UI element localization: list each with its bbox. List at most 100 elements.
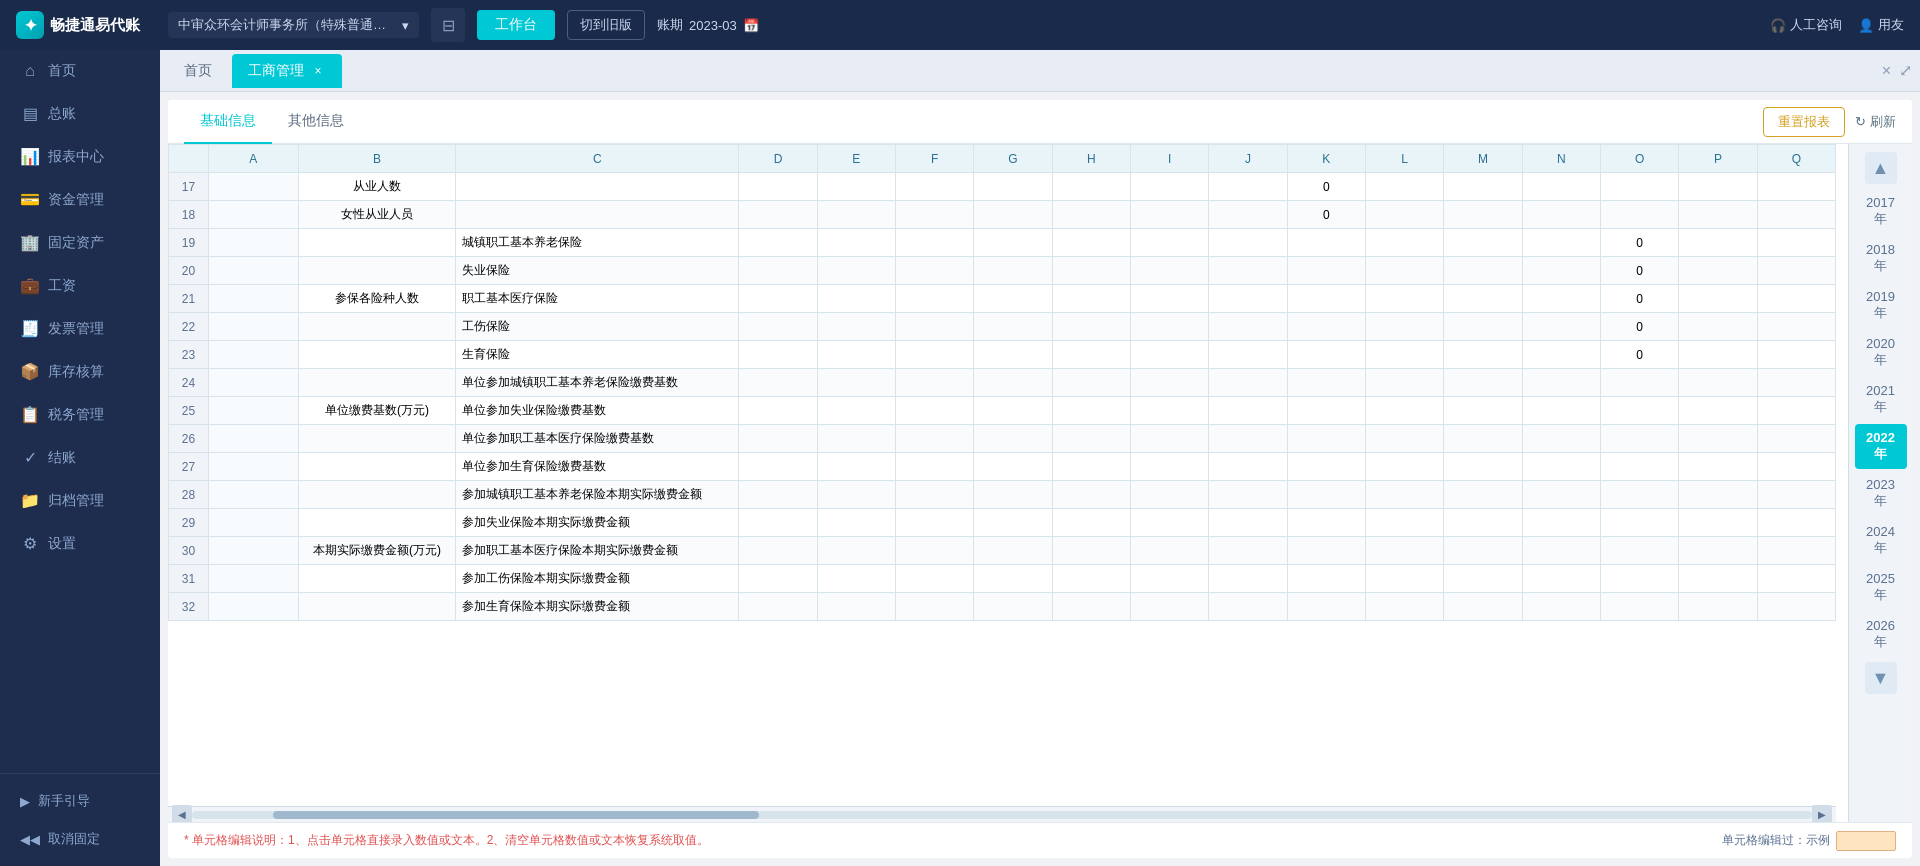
cell-q23[interactable] [1757,341,1835,369]
cell-a31[interactable] [209,565,299,593]
cell-h26[interactable] [1052,425,1130,453]
cell-k24[interactable] [1287,369,1365,397]
cell-d22[interactable] [739,313,817,341]
year-scroll-up[interactable]: ▲ [1865,152,1897,184]
cell-p20[interactable] [1679,257,1757,285]
cell-c27[interactable]: 单位参加生育保险缴费基数 [456,453,739,481]
cell-q17[interactable] [1757,173,1835,201]
cell-n18[interactable] [1522,201,1600,229]
cell-c31[interactable]: 参加工伤保险本期实际缴费金额 [456,565,739,593]
cell-j24[interactable] [1209,369,1287,397]
cell-m24[interactable] [1444,369,1522,397]
cell-n24[interactable] [1522,369,1600,397]
cell-i25[interactable] [1131,397,1209,425]
cell-g27[interactable] [974,453,1052,481]
cell-q24[interactable] [1757,369,1835,397]
cell-o26[interactable] [1600,425,1678,453]
cell-n25[interactable] [1522,397,1600,425]
cell-l27[interactable] [1366,453,1444,481]
cell-h20[interactable] [1052,257,1130,285]
cell-f20[interactable] [896,257,974,285]
unpin-button[interactable]: ◀◀ 取消固定 [0,820,160,858]
cell-f32[interactable] [896,593,974,621]
cell-a25[interactable] [209,397,299,425]
cell-m21[interactable] [1444,285,1522,313]
cell-f28[interactable] [896,481,974,509]
scroll-left-arrow[interactable]: ◀ [172,805,192,823]
cell-a32[interactable] [209,593,299,621]
cell-o21[interactable]: 0 [1600,285,1678,313]
switch-version-button[interactable]: 切到旧版 [567,10,645,40]
cell-g25[interactable] [974,397,1052,425]
cell-k20[interactable] [1287,257,1365,285]
cell-n17[interactable] [1522,173,1600,201]
year-2019[interactable]: 2019年 [1855,283,1907,328]
cell-i21[interactable] [1131,285,1209,313]
cell-q22[interactable] [1757,313,1835,341]
cell-i20[interactable] [1131,257,1209,285]
cell-a26[interactable] [209,425,299,453]
cell-l28[interactable] [1366,481,1444,509]
cell-m29[interactable] [1444,509,1522,537]
cell-j27[interactable] [1209,453,1287,481]
cell-e21[interactable] [817,285,895,313]
cell-g22[interactable] [974,313,1052,341]
cell-e23[interactable] [817,341,895,369]
cell-a30[interactable] [209,537,299,565]
cell-m27[interactable] [1444,453,1522,481]
tab-business[interactable]: 工商管理 × [232,54,342,88]
cell-i29[interactable] [1131,509,1209,537]
cell-n23[interactable] [1522,341,1600,369]
cell-p31[interactable] [1679,565,1757,593]
cell-j17[interactable] [1209,173,1287,201]
cell-f19[interactable] [896,229,974,257]
cell-a27[interactable] [209,453,299,481]
cell-e18[interactable] [817,201,895,229]
cell-i17[interactable] [1131,173,1209,201]
cell-m18[interactable] [1444,201,1522,229]
cell-c32[interactable]: 参加生育保险本期实际缴费金额 [456,593,739,621]
cell-i32[interactable] [1131,593,1209,621]
cell-e31[interactable] [817,565,895,593]
cell-g21[interactable] [974,285,1052,313]
cell-b30[interactable]: 本期实际缴费金额(万元) [298,537,456,565]
newbie-guide[interactable]: ▶ 新手引导 [0,782,160,820]
cell-f25[interactable] [896,397,974,425]
cell-b28[interactable] [298,481,456,509]
year-2023[interactable]: 2023年 [1855,471,1907,516]
tab-basic-info[interactable]: 基础信息 [184,100,272,144]
cell-k28[interactable] [1287,481,1365,509]
cell-a20[interactable] [209,257,299,285]
year-scroll-down[interactable]: ▼ [1865,662,1897,694]
cell-a17[interactable] [209,173,299,201]
cell-l23[interactable] [1366,341,1444,369]
workbench-button[interactable]: 工作台 [477,10,555,40]
cell-b21[interactable]: 参保各险种人数 [298,285,456,313]
cell-j31[interactable] [1209,565,1287,593]
cell-k18[interactable]: 0 [1287,201,1365,229]
cell-c20[interactable]: 失业保险 [456,257,739,285]
window-expand-icon[interactable]: ⤢ [1899,61,1912,80]
cell-e26[interactable] [817,425,895,453]
cell-a23[interactable] [209,341,299,369]
cell-d19[interactable] [739,229,817,257]
cell-l21[interactable] [1366,285,1444,313]
cell-q18[interactable] [1757,201,1835,229]
cell-a22[interactable] [209,313,299,341]
cell-j30[interactable] [1209,537,1287,565]
cell-k19[interactable] [1287,229,1365,257]
year-2020[interactable]: 2020年 [1855,330,1907,375]
sidebar-item-home[interactable]: ⌂ 首页 [0,50,160,92]
cell-j29[interactable] [1209,509,1287,537]
cell-m26[interactable] [1444,425,1522,453]
cell-a18[interactable] [209,201,299,229]
cell-o29[interactable] [1600,509,1678,537]
cell-g31[interactable] [974,565,1052,593]
cell-g18[interactable] [974,201,1052,229]
cell-h19[interactable] [1052,229,1130,257]
cell-l18[interactable] [1366,201,1444,229]
cell-k17[interactable]: 0 [1287,173,1365,201]
cell-q32[interactable] [1757,593,1835,621]
cell-p29[interactable] [1679,509,1757,537]
cell-d21[interactable] [739,285,817,313]
